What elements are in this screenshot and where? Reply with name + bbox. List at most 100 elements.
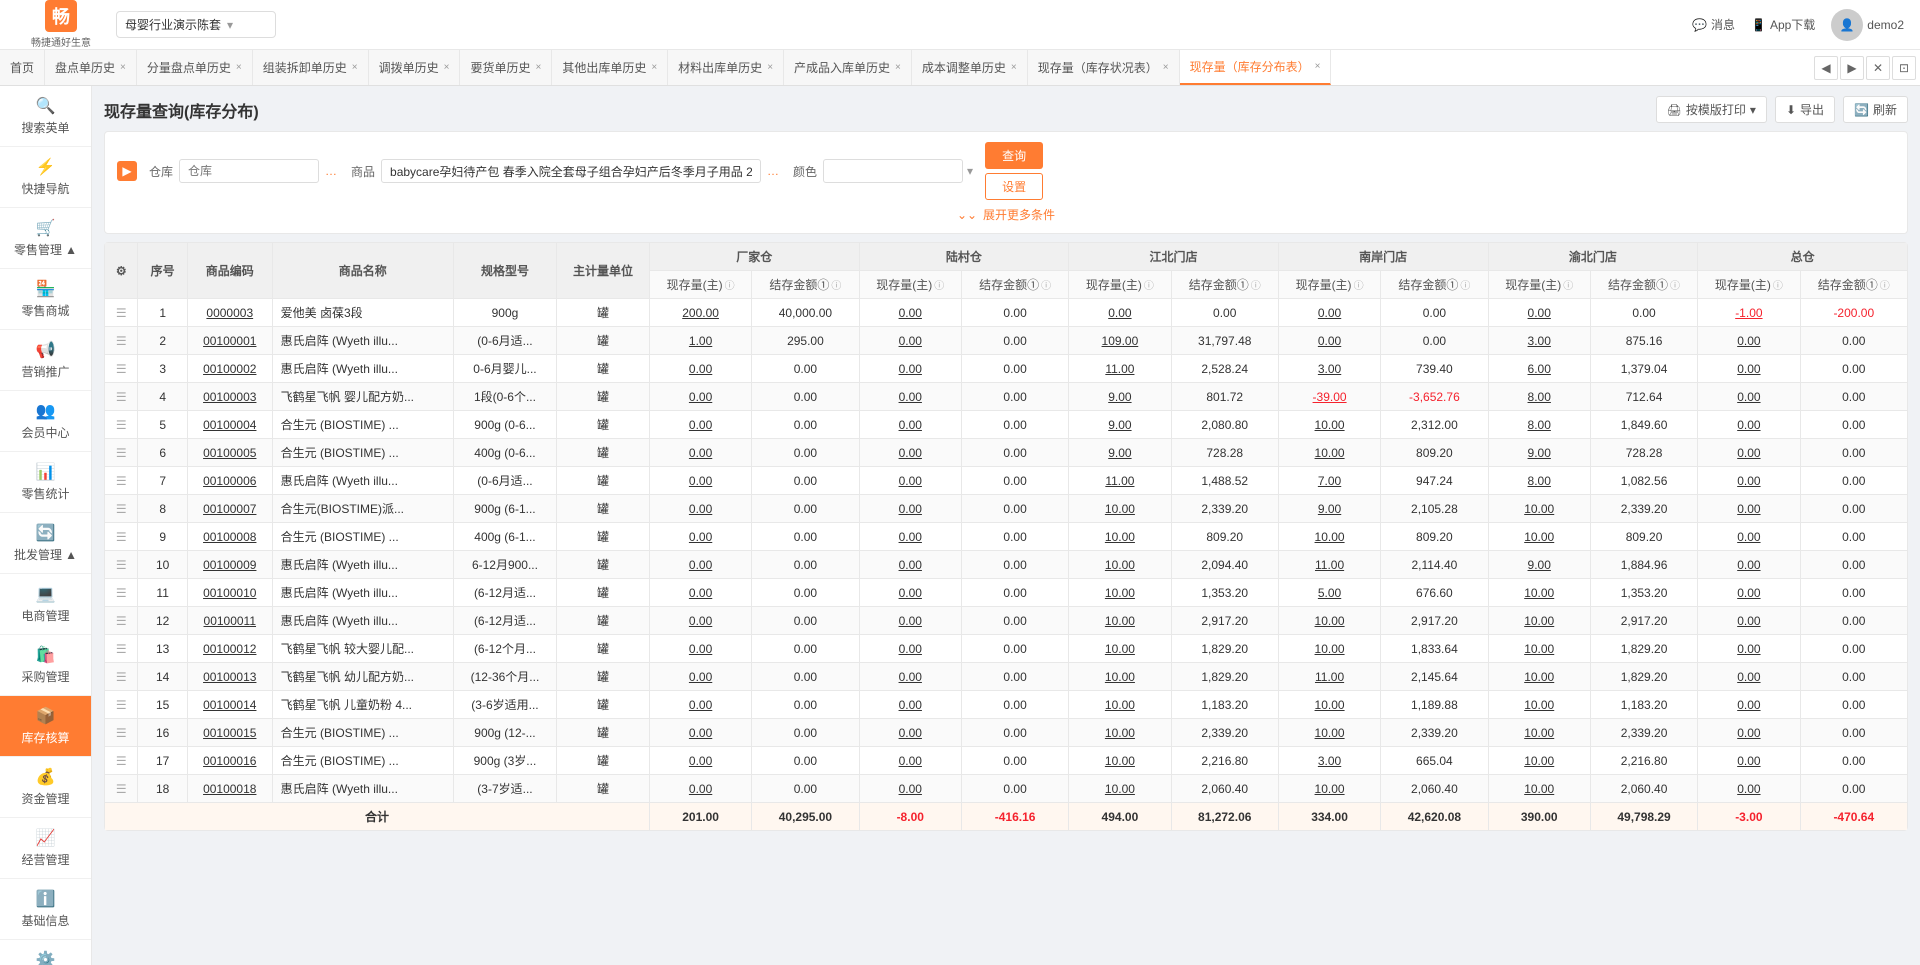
td-qty[interactable]: 0.00 [859,579,961,607]
td-qty[interactable]: 0.00 [859,523,961,551]
td-qty[interactable]: 1.00 [649,327,751,355]
tab-close-icon[interactable]: × [651,62,657,73]
td-qty[interactable]: 0.00 [1698,523,1800,551]
goods-input[interactable] [381,159,761,183]
tab-close-icon[interactable]: × [1011,62,1017,73]
tab-close-icon[interactable]: × [444,62,450,73]
td-qty[interactable]: 0.00 [859,663,961,691]
search-expand-arrow[interactable]: ▶ [117,161,137,181]
sidebar-item-会员中心[interactable]: 👥 会员中心 [0,391,91,452]
td-qty[interactable]: 11.00 [1278,551,1380,579]
td-qty[interactable]: 0.00 [649,523,751,551]
td-qty[interactable]: 9.00 [1488,439,1590,467]
tab-item[interactable]: 现存量（库存分布表）× [1180,50,1332,85]
store-selector[interactable]: 母婴行业演示陈套 ▾ [116,11,276,38]
td-gear[interactable]: ☰ [105,635,138,663]
td-gear[interactable]: ☰ [105,663,138,691]
td-gear[interactable]: ☰ [105,355,138,383]
goods-dots-btn[interactable]: … [765,162,781,180]
td-qty[interactable]: 11.00 [1069,467,1171,495]
td-qty[interactable]: 10.00 [1069,495,1171,523]
td-gear[interactable]: ☰ [105,495,138,523]
td-qty[interactable]: 0.00 [859,635,961,663]
th-gear[interactable]: ⚙ [105,243,138,299]
td-qty[interactable]: 0.00 [1698,691,1800,719]
td-qty[interactable]: 10.00 [1069,747,1171,775]
tab-close-icon[interactable]: × [767,62,773,73]
td-qty[interactable]: 8.00 [1488,411,1590,439]
td-qty[interactable]: 10.00 [1069,719,1171,747]
sidebar-item-零售管理[interactable]: 🛒 零售管理 ▲ [0,208,91,269]
td-gear[interactable]: ☰ [105,747,138,775]
td-qty[interactable]: 0.00 [1488,299,1590,327]
sidebar-item-电商管理[interactable]: 💻 电商管理 [0,574,91,635]
td-qty[interactable]: 10.00 [1488,691,1590,719]
td-qty[interactable]: 0.00 [649,467,751,495]
td-qty[interactable]: 0.00 [1069,299,1171,327]
td-qty[interactable]: 0.00 [649,747,751,775]
info-icon[interactable]: ⓘ [934,281,944,292]
info-icon[interactable]: ⓘ [1563,281,1573,292]
info-icon[interactable]: ⓘ [831,281,841,292]
print-button[interactable]: 🖨 按模版打印 ▾ [1656,96,1767,123]
info-icon[interactable]: ⓘ [1251,281,1261,292]
tab-close-icon[interactable]: × [1315,61,1321,72]
td-qty[interactable]: 10.00 [1488,663,1590,691]
tab-item[interactable]: 组装拆卸单历史× [253,50,369,85]
td-gear[interactable]: ☰ [105,691,138,719]
td-qty[interactable]: 0.00 [1698,635,1800,663]
td-qty[interactable]: 0.00 [649,551,751,579]
info-icon[interactable]: ⓘ [1773,281,1783,292]
td-qty[interactable]: 0.00 [859,551,961,579]
td-qty[interactable]: 10.00 [1488,579,1590,607]
td-gear[interactable]: ☰ [105,607,138,635]
color-dropdown-arrow[interactable]: ▾ [967,164,973,178]
tab-item[interactable]: 盘点单历史× [45,50,137,85]
td-qty[interactable]: -1.00 [1698,299,1800,327]
tab-close-icon[interactable]: × [120,62,126,73]
td-qty[interactable]: 0.00 [649,355,751,383]
td-qty[interactable]: 3.00 [1278,355,1380,383]
td-qty[interactable]: 0.00 [1698,775,1800,803]
sidebar-item-批发管理[interactable]: 🔄 批发管理 ▲ [0,513,91,574]
sidebar-item-采购管理[interactable]: 🛍️ 采购管理 [0,635,91,696]
info-icon[interactable]: ⓘ [725,281,735,292]
td-qty[interactable]: 0.00 [1698,383,1800,411]
tab-close-icon[interactable]: × [895,62,901,73]
td-qty[interactable]: 10.00 [1278,411,1380,439]
td-gear[interactable]: ☰ [105,299,138,327]
refresh-button[interactable]: 🔄 刷新 [1843,96,1908,123]
td-qty[interactable]: 0.00 [859,691,961,719]
td-qty[interactable]: 0.00 [1698,327,1800,355]
td-qty[interactable]: 0.00 [649,579,751,607]
sidebar-item-经营管理[interactable]: 📈 经营管理 [0,818,91,879]
td-qty[interactable]: 10.00 [1488,607,1590,635]
tab-item[interactable]: 首页 [0,50,45,85]
td-qty[interactable]: 10.00 [1069,579,1171,607]
info-icon[interactable]: ⓘ [1041,281,1051,292]
query-button[interactable]: 查询 [985,142,1043,169]
td-gear[interactable]: ☰ [105,523,138,551]
td-qty[interactable]: 0.00 [1698,495,1800,523]
td-qty[interactable]: 10.00 [1069,607,1171,635]
td-gear[interactable]: ☰ [105,439,138,467]
td-qty[interactable]: 9.00 [1069,439,1171,467]
sidebar-item-搜索英单[interactable]: 🔍 搜索英单 [0,86,91,147]
td-qty[interactable]: 0.00 [859,467,961,495]
td-qty[interactable]: 10.00 [1278,635,1380,663]
setting-button[interactable]: 设置 [985,173,1043,200]
sidebar-item-快捷导航[interactable]: ⚡ 快捷导航 [0,147,91,208]
td-gear[interactable]: ☰ [105,383,138,411]
td-qty[interactable]: 0.00 [859,411,961,439]
td-qty[interactable]: 5.00 [1278,579,1380,607]
td-qty[interactable]: 9.00 [1278,495,1380,523]
td-qty[interactable]: 3.00 [1278,747,1380,775]
td-qty[interactable]: 0.00 [649,411,751,439]
td-gear[interactable]: ☰ [105,719,138,747]
td-qty[interactable]: 6.00 [1488,355,1590,383]
export-button[interactable]: ⬇ 导出 [1775,96,1835,123]
warehouse-dots-btn[interactable]: … [323,162,339,180]
td-qty[interactable]: 0.00 [649,691,751,719]
td-qty[interactable]: 9.00 [1069,383,1171,411]
info-icon[interactable]: ⓘ [1880,281,1890,292]
